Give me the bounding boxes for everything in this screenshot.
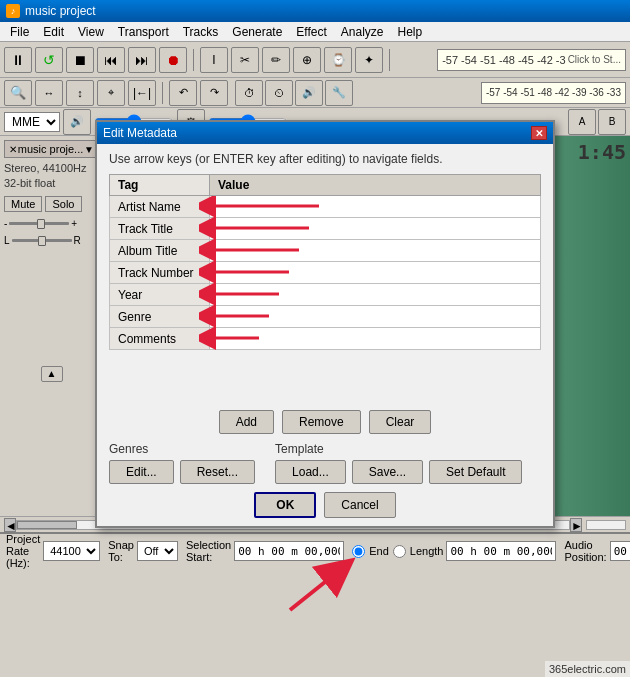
value-cell[interactable] (210, 284, 541, 306)
tag-cell: Artist Name (110, 196, 210, 218)
template-buttons: Load... Save... Set Default (275, 460, 522, 484)
col-value-header: Value (210, 175, 541, 196)
table-row: Album Title (110, 240, 541, 262)
ok-button[interactable]: OK (254, 492, 316, 518)
col-tag-header: Tag (110, 175, 210, 196)
table-row: Artist Name (110, 196, 541, 218)
metadata-table-container: Tag Value Artist NameTrack TitleAlbum Ti… (109, 174, 541, 350)
load-button[interactable]: Load... (275, 460, 346, 484)
tag-cell: Album Title (110, 240, 210, 262)
modal-title-bar: Edit Metadata ✕ (97, 122, 553, 144)
modal-body: Use arrow keys (or ENTER key after editi… (97, 144, 553, 526)
modal-close-button[interactable]: ✕ (531, 126, 547, 140)
modal-instruction: Use arrow keys (or ENTER key after editi… (109, 152, 541, 166)
template-group: Template Load... Save... Set Default (275, 442, 522, 484)
value-cell[interactable] (210, 328, 541, 350)
value-cell[interactable] (210, 262, 541, 284)
tag-cell: Year (110, 284, 210, 306)
table-row: Track Number (110, 262, 541, 284)
table-row: Genre (110, 306, 541, 328)
template-label: Template (275, 442, 522, 456)
ok-arrow-annotation (280, 555, 380, 615)
genres-label: Genres (109, 442, 255, 456)
value-cell[interactable] (210, 196, 541, 218)
metadata-table: Tag Value Artist NameTrack TitleAlbum Ti… (109, 174, 541, 350)
edit-button[interactable]: Edit... (109, 460, 174, 484)
action-buttons-row: Add Remove Clear (109, 410, 541, 434)
remove-button[interactable]: Remove (282, 410, 361, 434)
value-cell[interactable] (210, 218, 541, 240)
genres-buttons: Edit... Reset... (109, 460, 255, 484)
clear-button[interactable]: Clear (369, 410, 432, 434)
modal-title: Edit Metadata (103, 126, 177, 140)
value-cell[interactable] (210, 306, 541, 328)
table-row: Comments (110, 328, 541, 350)
close-icon: ✕ (535, 128, 543, 139)
table-row: Track Title (110, 218, 541, 240)
tag-cell: Genre (110, 306, 210, 328)
tag-cell: Comments (110, 328, 210, 350)
tag-cell: Track Title (110, 218, 210, 240)
add-button[interactable]: Add (219, 410, 274, 434)
save-button[interactable]: Save... (352, 460, 423, 484)
empty-space (109, 360, 541, 410)
genres-group: Genres Edit... Reset... (109, 442, 255, 484)
tag-cell: Track Number (110, 262, 210, 284)
bottom-options: Genres Edit... Reset... Template Load...… (109, 442, 541, 484)
set-default-button[interactable]: Set Default (429, 460, 522, 484)
value-cell[interactable] (210, 240, 541, 262)
edit-metadata-dialog: Edit Metadata ✕ Use arrow keys (or ENTER… (95, 120, 555, 528)
table-row: Year (110, 284, 541, 306)
ok-cancel-row: OK Cancel (109, 492, 541, 518)
reset-button[interactable]: Reset... (180, 460, 255, 484)
cancel-button[interactable]: Cancel (324, 492, 395, 518)
svg-line-9 (290, 570, 340, 610)
modal-overlay: Edit Metadata ✕ Use arrow keys (or ENTER… (0, 0, 630, 677)
